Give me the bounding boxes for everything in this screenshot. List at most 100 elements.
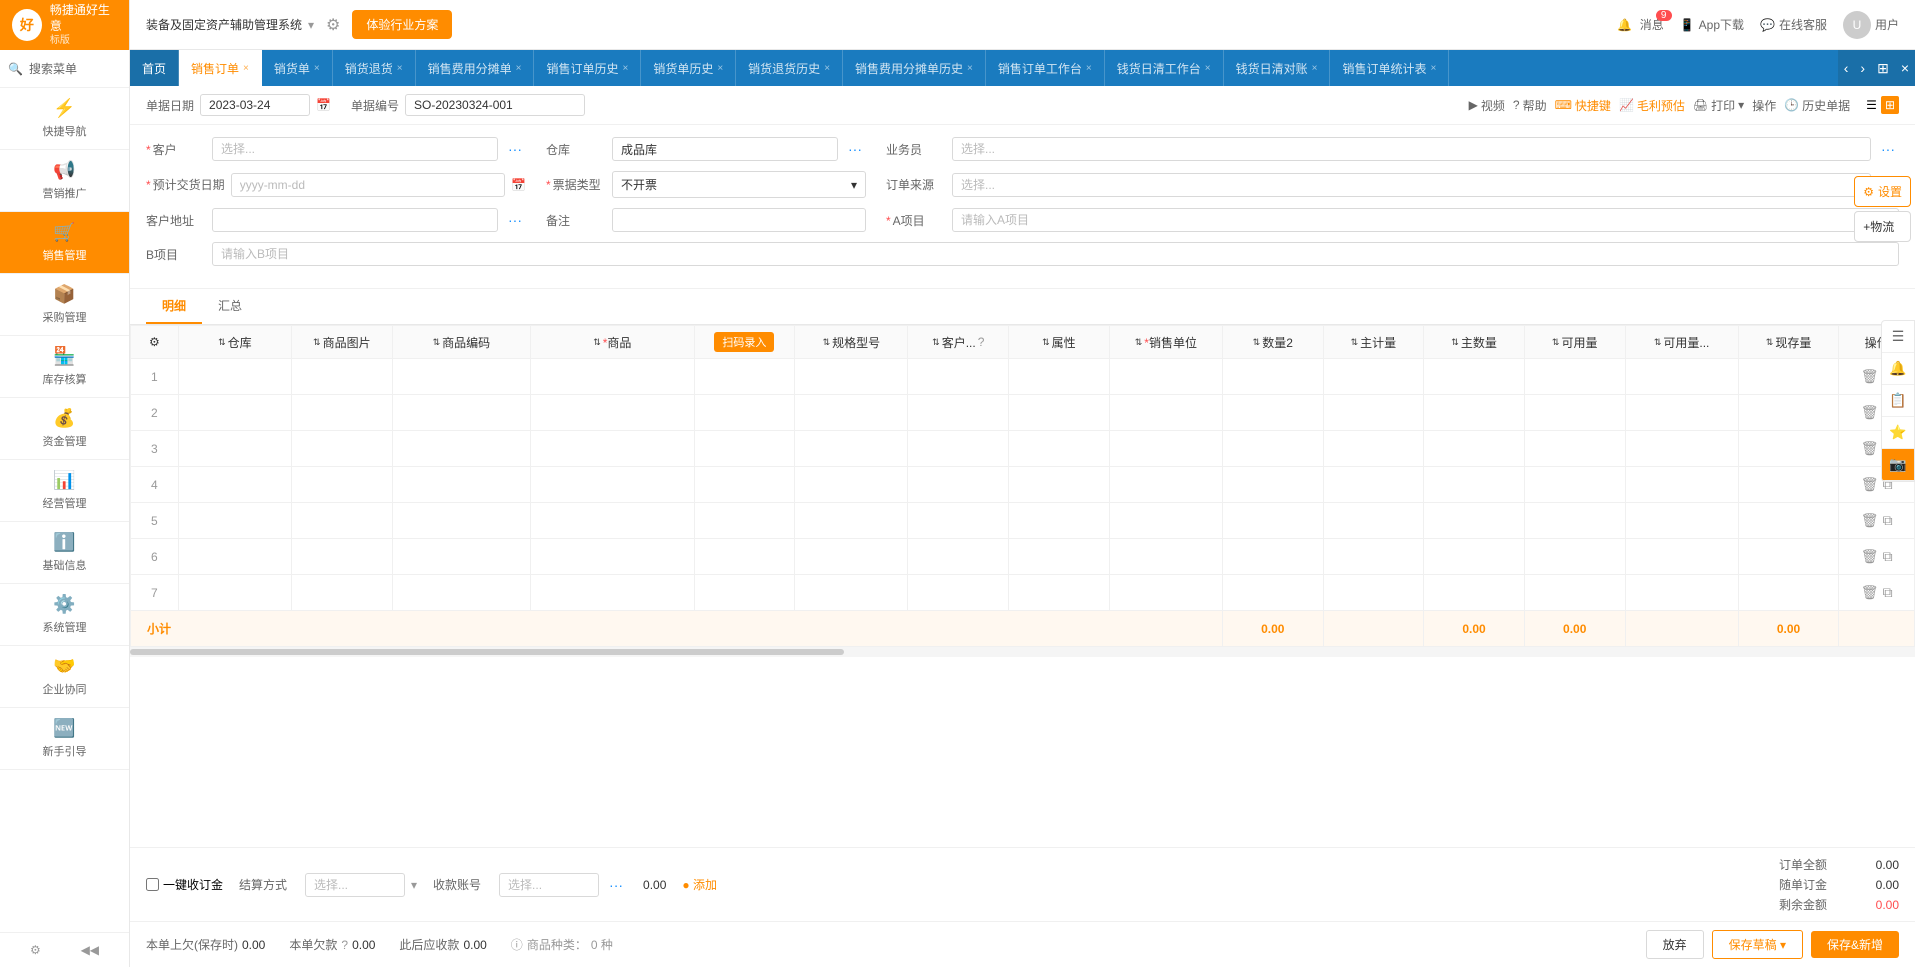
row-1-available2[interactable] — [1625, 359, 1738, 395]
row-1-delete-icon[interactable]: 🗑 — [1861, 368, 1879, 385]
discard-button[interactable]: 放弃 — [1646, 930, 1704, 959]
th-attr[interactable]: ⇅属性 — [1009, 326, 1110, 359]
row-2-main-unit[interactable] — [1323, 395, 1424, 431]
row-1-stock[interactable] — [1738, 359, 1839, 395]
tab-daily-reconcile[interactable]: 钱货日清对账 × — [1224, 50, 1331, 86]
tab-close-icon-7[interactable]: × — [824, 63, 830, 74]
row-1-available[interactable] — [1524, 359, 1625, 395]
tab-return-hist[interactable]: 销货退货历史 × — [736, 50, 843, 86]
solution-button[interactable]: 体验行业方案 — [352, 10, 452, 39]
row-1-qty2[interactable] — [1222, 359, 1323, 395]
sales-rep-input[interactable] — [952, 137, 1871, 161]
sidebar-item-system[interactable]: ⚙️ 系统管理 — [0, 584, 129, 646]
preview-btn[interactable]: ▶ 视频 — [1469, 97, 1505, 114]
shortcuts-btn[interactable]: ⌨ 快捷键 — [1555, 97, 1611, 114]
sidebar-item-marketing[interactable]: 📢 营销推广 — [0, 150, 129, 212]
row-6-copy-icon[interactable]: ⧉ — [1883, 548, 1893, 565]
help-btn[interactable]: ? 帮助 — [1513, 97, 1547, 114]
print-btn[interactable]: 🖨 打印 ▾ — [1693, 97, 1744, 114]
tab-home[interactable]: 首页 — [130, 50, 179, 86]
row-6-delete-icon[interactable]: 🗑 — [1861, 548, 1879, 565]
address-more-icon[interactable]: ··· — [504, 212, 526, 228]
remark-input[interactable] — [612, 208, 866, 232]
right-tool-camera[interactable]: 📷 — [1882, 449, 1914, 481]
warehouse-input[interactable] — [612, 137, 838, 161]
tab-close-icon-3[interactable]: × — [397, 63, 403, 74]
tab-close-icon[interactable]: × — [243, 63, 249, 74]
row-2-stock[interactable] — [1738, 395, 1839, 431]
warehouse-more-icon[interactable]: ··· — [844, 141, 866, 157]
date-input[interactable] — [200, 94, 310, 116]
tab-sales-order-hist[interactable]: 销售订单历史 × — [534, 50, 641, 86]
sidebar-gear-icon[interactable]: ⚙ — [30, 943, 41, 957]
tab-close-icon-6[interactable]: × — [717, 63, 723, 74]
row-1-code[interactable] — [392, 359, 530, 395]
th-code[interactable]: ⇅商品编码 — [392, 326, 530, 359]
tab-close-icon-4[interactable]: × — [516, 63, 522, 74]
tab-prev-btn[interactable]: ‹ — [1838, 50, 1855, 86]
row-1-attr[interactable] — [1009, 359, 1110, 395]
tab-close-icon-5[interactable]: × — [622, 63, 628, 74]
user-menu[interactable]: U 用户 — [1843, 11, 1899, 39]
sidebar-item-base-info[interactable]: ℹ️ 基础信息 — [0, 522, 129, 584]
notification-bell[interactable]: 🔔 9 消息 — [1617, 16, 1663, 33]
sidebar-item-sales[interactable]: 🛒 销售管理 — [0, 212, 129, 274]
row-2-unit[interactable] — [1109, 395, 1222, 431]
th-product[interactable]: ⇅*商品 — [531, 326, 695, 359]
row-5-delete-icon[interactable]: 🗑 — [1861, 512, 1879, 529]
tab-daily-workbench[interactable]: 钱货日清工作台 × — [1105, 50, 1224, 86]
table-scrollbar-area[interactable] — [130, 647, 1915, 657]
tab-close-icon-2[interactable]: × — [314, 63, 320, 74]
row-3-delete-icon[interactable]: 🗑 — [1861, 440, 1879, 457]
payment-method-input[interactable] — [305, 873, 405, 897]
help-icon-debt[interactable]: ? — [341, 938, 348, 952]
b-project-input[interactable] — [212, 242, 1899, 266]
row-1-unit[interactable] — [1109, 359, 1222, 395]
right-tool-clipboard[interactable]: 📋 — [1882, 385, 1914, 417]
add-material-btn[interactable]: +物流 — [1854, 211, 1911, 242]
row-2-warehouse[interactable] — [178, 395, 291, 431]
detail-tab-detail[interactable]: 明细 — [146, 289, 202, 324]
row-2-qty2[interactable] — [1222, 395, 1323, 431]
table-scrollbar-thumb[interactable] — [130, 649, 844, 655]
a-project-input[interactable] — [952, 208, 1899, 232]
tab-expand-btn[interactable]: ⊞ — [1871, 50, 1895, 86]
tab-close-all-btn[interactable]: × — [1895, 50, 1915, 86]
add-payment-btn[interactable]: ● 添加 — [682, 876, 717, 893]
th-available[interactable]: ⇅可用量 — [1524, 326, 1625, 359]
row-1-customer-code[interactable] — [908, 359, 1009, 395]
customer-input[interactable] — [212, 137, 498, 161]
invoice-type-select[interactable]: 不开票 ▾ — [612, 171, 866, 198]
row-2-image[interactable] — [292, 395, 393, 431]
detail-tab-summary[interactable]: 汇总 — [202, 289, 258, 324]
tab-close-icon-8[interactable]: × — [967, 63, 973, 74]
th-warehouse[interactable]: ⇅仓库 — [178, 326, 291, 359]
row-2-delete-icon[interactable]: 🗑 — [1861, 404, 1879, 421]
row-7-delete-icon[interactable]: 🗑 — [1861, 584, 1879, 601]
tab-sales-return[interactable]: 销货退货 × — [333, 50, 416, 86]
th-spec[interactable]: ⇅规格型号 — [795, 326, 908, 359]
delivery-date-input[interactable] — [231, 173, 505, 197]
th-unit[interactable]: ⇅*销售单位 — [1109, 326, 1222, 359]
tab-sales-expense[interactable]: 销售费用分摊单 × — [416, 50, 535, 86]
sidebar-item-cooperation[interactable]: 🤝 企业协同 — [0, 646, 129, 708]
sidebar-item-operations[interactable]: 📊 经营管理 — [0, 460, 129, 522]
tab-close-icon-11[interactable]: × — [1312, 63, 1318, 74]
row-2-main-qty[interactable] — [1424, 395, 1525, 431]
th-available2[interactable]: ⇅可用量... — [1625, 326, 1738, 359]
address-input[interactable] — [212, 208, 498, 232]
sidebar-item-quick-nav[interactable]: ⚡ 快捷导航 — [0, 88, 129, 150]
th-qty2[interactable]: ⇅数量2 — [1222, 326, 1323, 359]
quick-payment-input[interactable] — [146, 878, 159, 891]
right-tool-star[interactable]: ⭐ — [1882, 417, 1914, 449]
account-more-icon[interactable]: ··· — [605, 877, 627, 893]
profit-btn[interactable]: 📈 毛利预估 — [1619, 97, 1685, 114]
tab-expense-hist[interactable]: 销售费用分摊单历史 × — [843, 50, 986, 86]
tab-goods-hist[interactable]: 销货单历史 × — [641, 50, 736, 86]
quick-payment-checkbox[interactable]: 一键收订金 — [146, 876, 223, 893]
row-2-scan[interactable] — [694, 395, 795, 431]
delivery-cal-icon[interactable]: 📅 — [511, 178, 526, 192]
sidebar-search[interactable]: 🔍 搜索菜单 — [0, 50, 129, 88]
tab-next-btn[interactable]: › — [1854, 50, 1871, 86]
row-1-main-unit[interactable] — [1323, 359, 1424, 395]
